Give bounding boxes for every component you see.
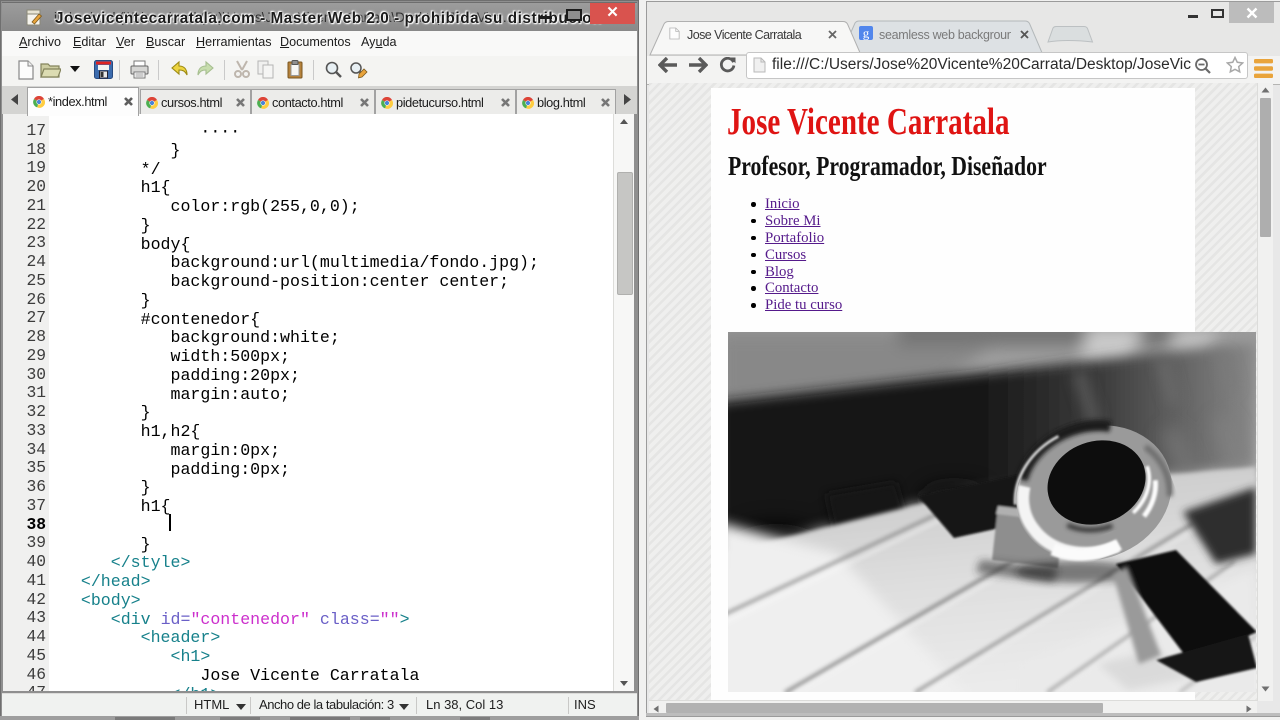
svg-text:g: g <box>863 26 870 40</box>
